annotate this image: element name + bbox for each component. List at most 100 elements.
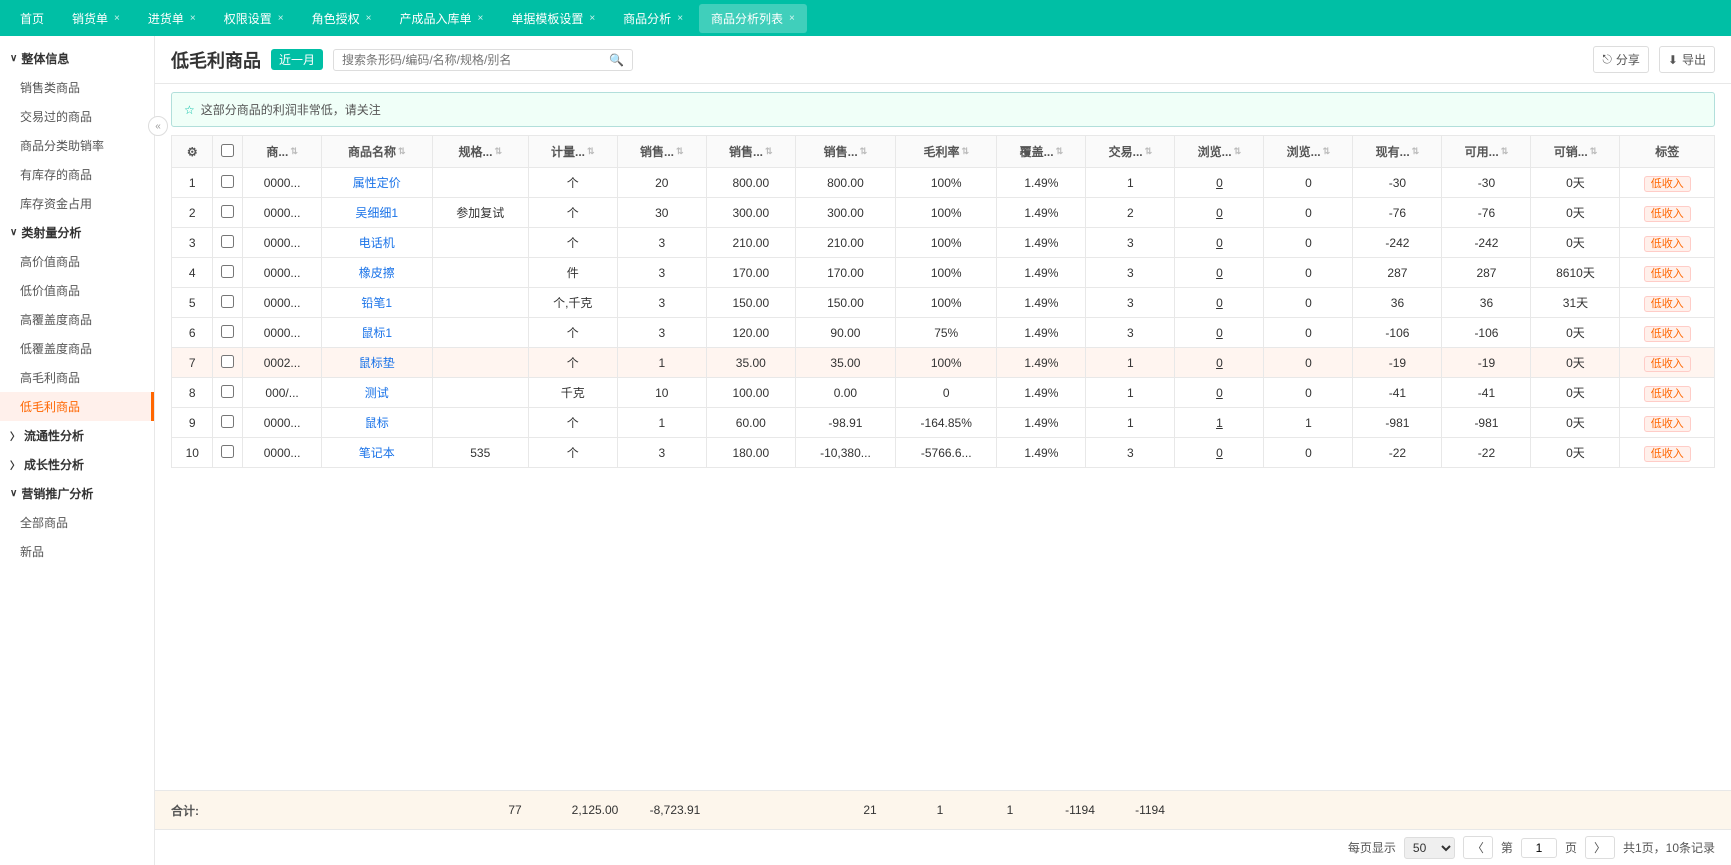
row-select-checkbox[interactable] (221, 445, 234, 458)
row-checkbox[interactable] (213, 258, 243, 288)
row-checkbox[interactable] (213, 198, 243, 228)
col-code[interactable]: 商...⇅ (243, 136, 321, 168)
nav-finished-goods[interactable]: 产成品入库单 × (387, 4, 495, 33)
row-views1[interactable]: 0 (1175, 378, 1264, 408)
row-checkbox[interactable] (213, 378, 243, 408)
sidebar-section-quantity[interactable]: ∨ 类射量分析 (0, 218, 154, 247)
row-views1[interactable]: 0 (1175, 288, 1264, 318)
row-name[interactable]: 橡皮擦 (321, 258, 432, 288)
row-checkbox[interactable] (213, 438, 243, 468)
row-views1[interactable]: 0 (1175, 258, 1264, 288)
sidebar-item-high-margin[interactable]: 高毛利商品 (0, 363, 154, 392)
nav-product-analysis[interactable]: 商品分析 × (611, 4, 695, 33)
col-checkbox-all[interactable] (213, 136, 243, 168)
sidebar-collapse-button[interactable]: « (148, 116, 168, 136)
row-select-checkbox[interactable] (221, 355, 234, 368)
sidebar-section-liquidity[interactable]: 〉 流通性分析 (0, 421, 154, 450)
close-role-auth-icon[interactable]: × (366, 13, 372, 24)
row-checkbox[interactable] (213, 318, 243, 348)
col-name[interactable]: 商品名称⇅ (321, 136, 432, 168)
row-checkbox[interactable] (213, 348, 243, 378)
sidebar-item-traded-goods[interactable]: 交易过的商品 (0, 102, 154, 131)
col-settings[interactable]: ⚙ (172, 136, 213, 168)
row-select-checkbox[interactable] (221, 295, 234, 308)
sidebar-item-high-coverage[interactable]: 高覆盖度商品 (0, 305, 154, 334)
sidebar-item-low-value[interactable]: 低价值商品 (0, 276, 154, 305)
row-name[interactable]: 测试 (321, 378, 432, 408)
row-name[interactable]: 鼠标 (321, 408, 432, 438)
col-sales-amount[interactable]: 销售...⇅ (795, 136, 895, 168)
row-name[interactable]: 铅笔1 (321, 288, 432, 318)
sidebar-item-all-goods[interactable]: 全部商品 (0, 508, 154, 537)
close-template-icon[interactable]: × (589, 13, 595, 24)
row-select-checkbox[interactable] (221, 175, 234, 188)
nav-product-analysis-list[interactable]: 商品分析列表 × (699, 4, 807, 33)
export-button[interactable]: ⬇ 导出 (1659, 46, 1715, 73)
close-sales-order-icon[interactable]: × (114, 13, 120, 24)
sidebar-section-marketing[interactable]: ∨ 营销推广分析 (0, 479, 154, 508)
col-saleable[interactable]: 可销...⇅ (1531, 136, 1620, 168)
row-name[interactable]: 吴细细1 (321, 198, 432, 228)
sidebar-item-low-margin[interactable]: 低毛利商品 (0, 392, 154, 421)
row-checkbox[interactable] (213, 408, 243, 438)
nav-home[interactable]: 首页 (8, 4, 56, 33)
per-page-select[interactable]: 50 100 200 (1404, 837, 1455, 859)
nav-permission-settings[interactable]: 权限设置 × (212, 4, 296, 33)
col-sales-qty[interactable]: 销售...⇅ (617, 136, 706, 168)
row-select-checkbox[interactable] (221, 385, 234, 398)
sidebar-section-overall[interactable]: ∨ 整体信息 (0, 44, 154, 73)
close-permission-icon[interactable]: × (278, 13, 284, 24)
close-finished-goods-icon[interactable]: × (477, 13, 483, 24)
row-views1[interactable]: 0 (1175, 348, 1264, 378)
row-name[interactable]: 属性定价 (321, 168, 432, 198)
row-select-checkbox[interactable] (221, 205, 234, 218)
select-all-checkbox[interactable] (221, 144, 234, 157)
sidebar-item-in-stock[interactable]: 有库存的商品 (0, 160, 154, 189)
sidebar-item-new-goods[interactable]: 新品 (0, 537, 154, 566)
row-name[interactable]: 笔记本 (321, 438, 432, 468)
row-views1[interactable]: 0 (1175, 228, 1264, 258)
row-checkbox[interactable] (213, 228, 243, 258)
col-sales-price[interactable]: 销售...⇅ (706, 136, 795, 168)
row-select-checkbox[interactable] (221, 325, 234, 338)
row-checkbox[interactable] (213, 288, 243, 318)
col-views1[interactable]: 浏览...⇅ (1175, 136, 1264, 168)
row-select-checkbox[interactable] (221, 415, 234, 428)
nav-role-auth[interactable]: 角色授权 × (300, 4, 384, 33)
row-name[interactable]: 电话机 (321, 228, 432, 258)
current-page-input[interactable] (1521, 838, 1557, 858)
search-input[interactable] (342, 53, 605, 67)
row-views1[interactable]: 0 (1175, 198, 1264, 228)
search-box[interactable]: 🔍 (333, 49, 633, 71)
col-views2[interactable]: 浏览...⇅ (1264, 136, 1353, 168)
col-unit[interactable]: 计量...⇅ (528, 136, 617, 168)
share-button[interactable]: ⎋ 分享 (1593, 46, 1649, 73)
sidebar-item-category-rate[interactable]: 商品分类助销率 (0, 131, 154, 160)
sidebar-section-growth[interactable]: 〉 成长性分析 (0, 450, 154, 479)
close-purchase-order-icon[interactable]: × (190, 13, 196, 24)
row-name[interactable]: 鼠标垫 (321, 348, 432, 378)
date-filter-tag[interactable]: 近一月 (271, 49, 323, 70)
sidebar-item-sales-goods[interactable]: 销售类商品 (0, 73, 154, 102)
sidebar-item-capital[interactable]: 库存资金占用 (0, 189, 154, 218)
prev-page-button[interactable]: 〈 (1463, 836, 1493, 859)
nav-sales-order[interactable]: 销货单 × (60, 4, 132, 33)
close-analysis-list-icon[interactable]: × (789, 13, 795, 24)
row-views1[interactable]: 0 (1175, 168, 1264, 198)
row-views1[interactable]: 1 (1175, 408, 1264, 438)
col-tag[interactable]: 标签 (1620, 136, 1715, 168)
col-trade-count[interactable]: 交易...⇅ (1086, 136, 1175, 168)
col-gross-margin[interactable]: 毛利率⇅ (896, 136, 997, 168)
sidebar-item-low-coverage[interactable]: 低覆盖度商品 (0, 334, 154, 363)
col-current-stock[interactable]: 现有...⇅ (1353, 136, 1442, 168)
nav-template-settings[interactable]: 单据模板设置 × (499, 4, 607, 33)
row-checkbox[interactable] (213, 168, 243, 198)
sidebar-item-high-value[interactable]: 高价值商品 (0, 247, 154, 276)
nav-purchase-order[interactable]: 进货单 × (136, 4, 208, 33)
close-product-analysis-icon[interactable]: × (677, 13, 683, 24)
row-views1[interactable]: 0 (1175, 318, 1264, 348)
col-spec[interactable]: 规格...⇅ (432, 136, 528, 168)
next-page-button[interactable]: 〉 (1585, 836, 1615, 859)
row-select-checkbox[interactable] (221, 235, 234, 248)
row-views1[interactable]: 0 (1175, 438, 1264, 468)
